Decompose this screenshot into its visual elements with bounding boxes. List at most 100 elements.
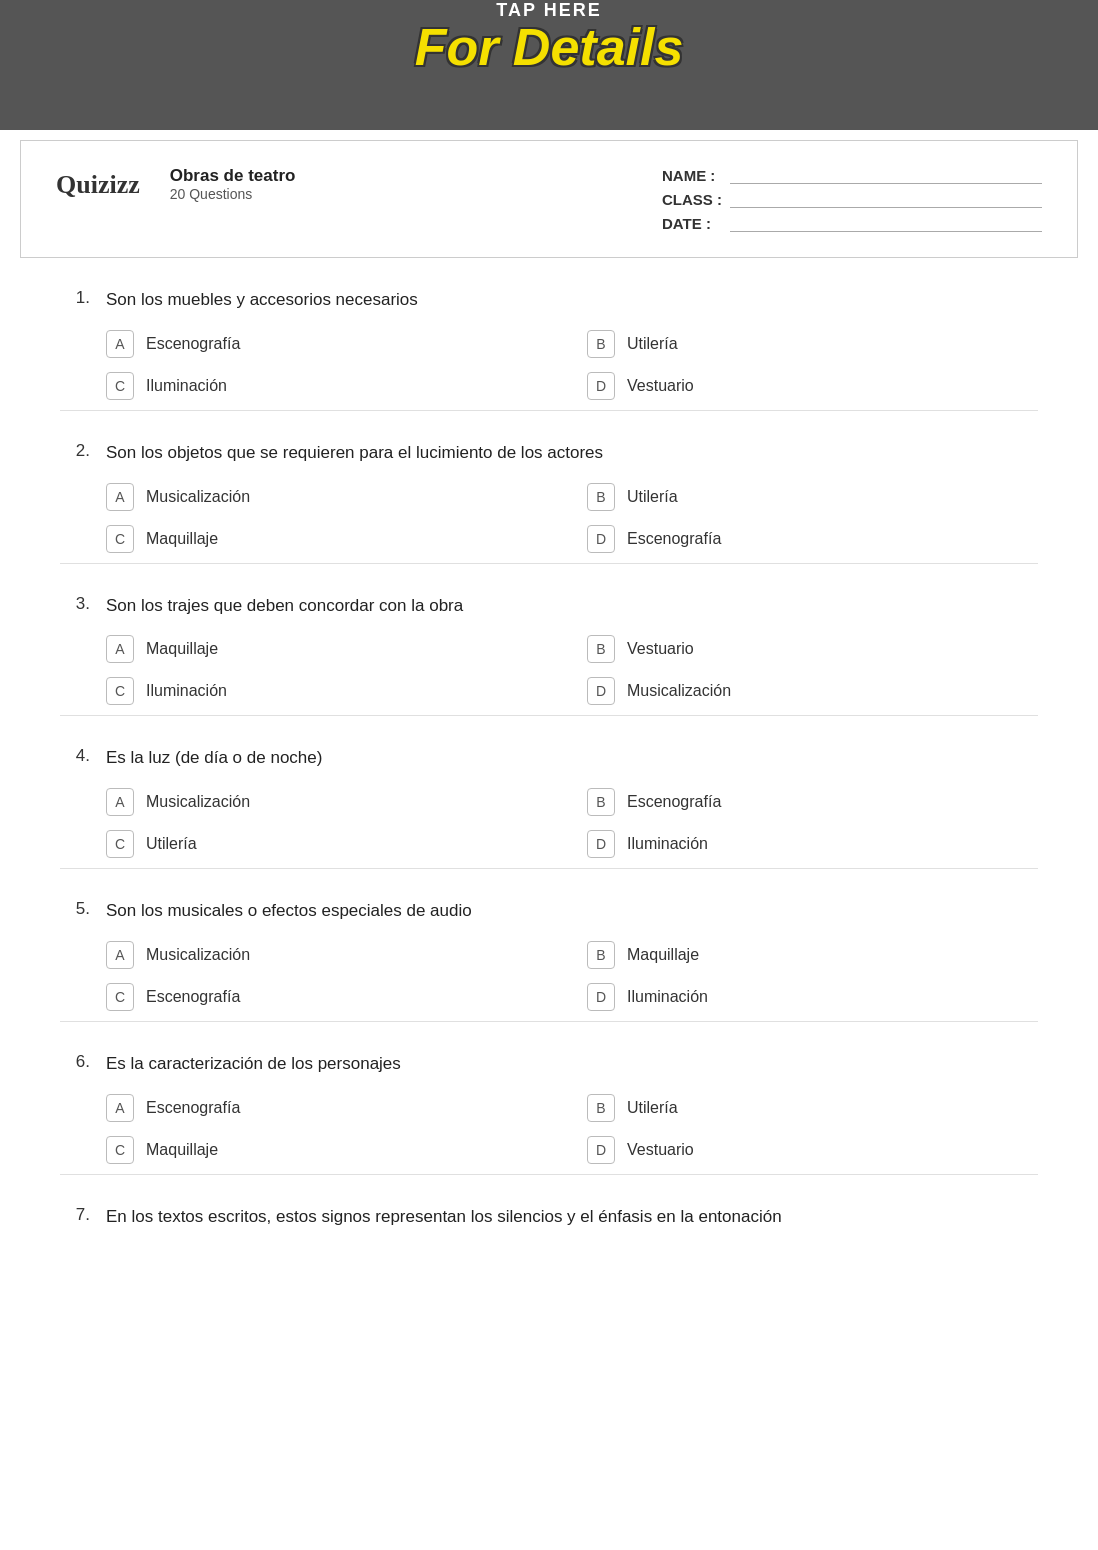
answer-text-6-d: Vestuario bbox=[627, 1141, 694, 1159]
answer-option-2-a[interactable]: AMusicalización bbox=[106, 483, 557, 511]
quiz-subtitle: 20 Questions bbox=[170, 186, 296, 202]
answer-option-2-c[interactable]: C Maquillaje bbox=[106, 525, 557, 553]
quiz-title: Obras de teatro bbox=[170, 166, 296, 186]
answer-text-3-b: Vestuario bbox=[627, 640, 694, 658]
name-line[interactable] bbox=[730, 166, 1042, 184]
answer-letter-box-c: C bbox=[106, 525, 134, 553]
answer-letter-box-b: B bbox=[587, 941, 615, 969]
answer-option-2-b[interactable]: BUtilería bbox=[587, 483, 1038, 511]
answer-option-1-d[interactable]: D Vestuario bbox=[587, 372, 1038, 400]
answer-text-4-d: Iluminación bbox=[627, 835, 708, 853]
answer-option-5-c[interactable]: C Escenografía bbox=[106, 983, 557, 1011]
question-block-4: 4. Es la luz (de día o de noche) AMusicali… bbox=[60, 746, 1038, 869]
answer-option-1-a[interactable]: AEscenografía bbox=[106, 330, 557, 358]
answer-text-5-a: Musicalización bbox=[146, 946, 250, 964]
question-text-5: Son los musicales o efectos especiales d… bbox=[106, 899, 472, 923]
date-label: DATE : bbox=[662, 215, 722, 232]
question-block-3: 3.Son los trajes que deben concordar con… bbox=[60, 594, 1038, 717]
answer-text-5-d: Iluminación bbox=[627, 988, 708, 1006]
answer-option-1-b[interactable]: B Utilería bbox=[587, 330, 1038, 358]
answer-letter-box-c: C bbox=[106, 372, 134, 400]
answer-letter-box-d: D bbox=[587, 372, 615, 400]
question-number-2: 2. bbox=[60, 441, 90, 461]
question-block-1: 1.Son los muebles y accesorios necesario… bbox=[60, 288, 1038, 411]
quiz-title-section: Obras de teatro 20 Questions bbox=[170, 166, 296, 202]
answer-option-3-a[interactable]: A Maquillaje bbox=[106, 635, 557, 663]
answer-letter-box-d: D bbox=[587, 1136, 615, 1164]
answer-letter-box-c: C bbox=[106, 983, 134, 1011]
answer-text-6-c: Maquillaje bbox=[146, 1141, 218, 1159]
question-text-4: Es la luz (de día o de noche) bbox=[106, 746, 322, 770]
answer-letter-box-b: B bbox=[587, 635, 615, 663]
question-text-6: Es la caracterización de los personajes bbox=[106, 1052, 401, 1076]
answer-letter-box-b: B bbox=[587, 788, 615, 816]
answer-letter-box-d: D bbox=[587, 830, 615, 858]
for-details-label: For Details bbox=[415, 21, 684, 73]
answer-text-2-c: Maquillaje bbox=[146, 530, 218, 548]
answer-option-5-a[interactable]: A Musicalización bbox=[106, 941, 557, 969]
answer-option-6-d[interactable]: D Vestuario bbox=[587, 1136, 1038, 1164]
question-divider-4 bbox=[60, 868, 1038, 869]
answers-grid-2: AMusicalización BUtilería C Maquillaje DEsce… bbox=[106, 483, 1038, 553]
question-number-5: 5. bbox=[60, 899, 90, 919]
question-header-4: 4. Es la luz (de día o de noche) bbox=[60, 746, 1038, 770]
answer-option-6-c[interactable]: CMaquillaje bbox=[106, 1136, 557, 1164]
question-number-6: 6. bbox=[60, 1052, 90, 1072]
page: TAP HERE For Details Quizizz Obras de te… bbox=[0, 0, 1098, 1550]
answer-letter-box-b: B bbox=[587, 1094, 615, 1122]
answer-letter-box-a: A bbox=[106, 788, 134, 816]
answer-text-1-c: Iluminación bbox=[146, 377, 227, 395]
question-block-2: 2. Son los objetos que se requieren para … bbox=[60, 441, 1038, 564]
tap-here-banner[interactable]: TAP HERE For Details bbox=[415, 0, 684, 73]
question-text-2: Son los objetos que se requieren para el… bbox=[106, 441, 603, 465]
question-header-1: 1.Son los muebles y accesorios necesario… bbox=[60, 288, 1038, 312]
answer-option-5-b[interactable]: BMaquillaje bbox=[587, 941, 1038, 969]
class-field-row: CLASS : bbox=[662, 190, 1042, 208]
question-block-7: 7. En los textos escritos, estos signos r… bbox=[60, 1205, 1038, 1229]
question-header-3: 3.Son los trajes que deben concordar con… bbox=[60, 594, 1038, 618]
answer-letter-box-c: C bbox=[106, 830, 134, 858]
answer-option-2-d[interactable]: DEscenografía bbox=[587, 525, 1038, 553]
answer-option-1-c[interactable]: C Iluminación bbox=[106, 372, 557, 400]
answer-option-3-b[interactable]: B Vestuario bbox=[587, 635, 1038, 663]
answer-option-3-d[interactable]: DMusicalización bbox=[587, 677, 1038, 705]
class-line[interactable] bbox=[730, 190, 1042, 208]
answer-text-1-d: Vestuario bbox=[627, 377, 694, 395]
questions-area: 1.Son los muebles y accesorios necesario… bbox=[0, 268, 1098, 1279]
answer-text-1-b: Utilería bbox=[627, 335, 678, 353]
answer-option-6-a[interactable]: AEscenografía bbox=[106, 1094, 557, 1122]
answers-grid-6: AEscenografía BUtilería CMaquillaje D Vestua… bbox=[106, 1094, 1038, 1164]
answers-grid-1: AEscenografía B Utilería C Iluminación D Vestu… bbox=[106, 330, 1038, 400]
name-field-row: NAME : bbox=[662, 166, 1042, 184]
date-field-row: DATE : bbox=[662, 214, 1042, 232]
answers-grid-4: AMusicalización B Escenografía CUtilería D Il… bbox=[106, 788, 1038, 858]
question-text-7: En los textos escritos, estos signos rep… bbox=[106, 1205, 782, 1229]
question-header-5: 5. Son los musicales o efectos especiales… bbox=[60, 899, 1038, 923]
answer-text-3-c: Iluminación bbox=[146, 682, 227, 700]
name-class-date-section: NAME : CLASS : DATE : bbox=[662, 166, 1042, 232]
answer-letter-box-a: A bbox=[106, 1094, 134, 1122]
name-label: NAME : bbox=[662, 167, 722, 184]
question-divider-5 bbox=[60, 1021, 1038, 1022]
question-number-4: 4. bbox=[60, 746, 90, 766]
answer-letter-box-a: A bbox=[106, 941, 134, 969]
question-text-1: Son los muebles y accesorios necesarios bbox=[106, 288, 418, 312]
answer-option-4-d[interactable]: D Iluminación bbox=[587, 830, 1038, 858]
answer-letter-box-b: B bbox=[587, 330, 615, 358]
answer-option-4-c[interactable]: CUtilería bbox=[106, 830, 557, 858]
answer-text-5-c: Escenografía bbox=[146, 988, 240, 1006]
date-line[interactable] bbox=[730, 214, 1042, 232]
answer-text-2-a: Musicalización bbox=[146, 488, 250, 506]
question-number-7: 7. bbox=[60, 1205, 90, 1225]
answer-option-6-b[interactable]: BUtilería bbox=[587, 1094, 1038, 1122]
answer-letter-box-d: D bbox=[587, 983, 615, 1011]
answer-letter-box-c: C bbox=[106, 677, 134, 705]
answer-option-4-b[interactable]: B Escenografía bbox=[587, 788, 1038, 816]
question-divider-6 bbox=[60, 1174, 1038, 1175]
answer-letter-box-a: A bbox=[106, 635, 134, 663]
answer-option-5-d[interactable]: D Iluminación bbox=[587, 983, 1038, 1011]
answer-option-4-a[interactable]: AMusicalización bbox=[106, 788, 557, 816]
answer-option-3-c[interactable]: C Iluminación bbox=[106, 677, 557, 705]
answer-text-4-b: Escenografía bbox=[627, 793, 721, 811]
answer-text-3-a: Maquillaje bbox=[146, 640, 218, 658]
